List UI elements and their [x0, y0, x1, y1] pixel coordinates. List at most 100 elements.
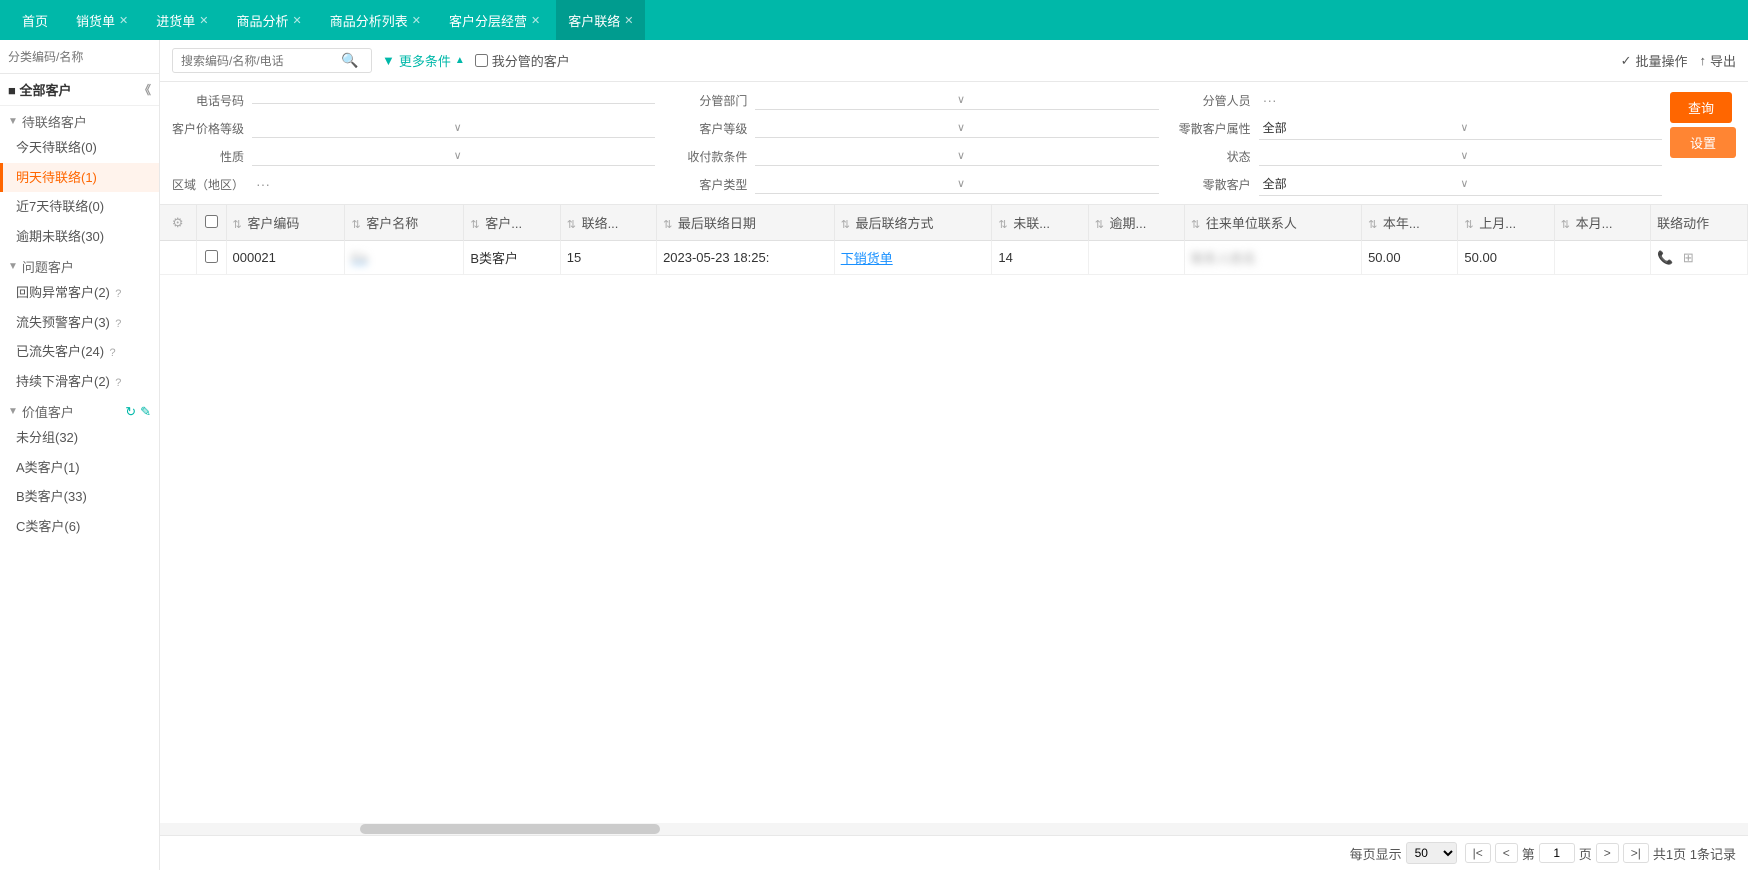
nav-product-analysis-list[interactable]: 商品分析列表 ✕ [318, 0, 433, 40]
export-btn[interactable]: ↑ 导出 [1699, 51, 1736, 70]
td-customer-type: B类客户 [464, 241, 560, 275]
page-input[interactable] [1539, 843, 1575, 863]
filter-price-level-select[interactable]: ∨ [252, 118, 655, 138]
sidebar-item-tomorrow-contact[interactable]: 明天待联络(1) [0, 163, 159, 193]
sidebar-group-pending-contact[interactable]: ▼ 待联络客户 [0, 106, 159, 133]
my-customers-checkbox[interactable] [475, 54, 488, 67]
sidebar-item-c-class[interactable]: C类客户(6) [0, 512, 159, 542]
sidebar-item-a-class[interactable]: A类客户(1) [0, 453, 159, 483]
filter-nature-select[interactable]: ∨ [252, 146, 655, 166]
scrollbar-thumb[interactable] [360, 824, 660, 834]
sidebar-item-churned[interactable]: 已流失客户(24) ? [0, 337, 159, 367]
chevron-down-icon: ∨ [957, 93, 1155, 106]
page-size-select[interactable]: 50 100 200 [1406, 842, 1457, 864]
sort-icon[interactable]: ⇅ [841, 219, 850, 231]
filter-manager-dots[interactable]: ··· [1259, 92, 1281, 108]
chevron-down-icon: ▼ [8, 116, 18, 127]
td-this-year: 50.00 [1362, 241, 1458, 275]
sort-icon[interactable]: ⇅ [233, 219, 242, 231]
sort-icon[interactable]: ⇅ [663, 219, 672, 231]
filter-dept-select[interactable]: ∨ [755, 90, 1158, 110]
prev-page-btn[interactable]: < [1495, 843, 1518, 863]
nav-close-icon[interactable]: ✕ [531, 14, 540, 27]
gear-icon[interactable]: ⚙ [172, 215, 184, 230]
col-not-contacted-header: ⇅ 未联... [992, 205, 1088, 241]
sidebar-item-ungrouped[interactable]: 未分组(32) [0, 423, 159, 453]
nav-close-icon[interactable]: ✕ [119, 14, 128, 27]
filter-customer-type-select[interactable]: ∨ [755, 174, 1158, 194]
nav-sales-order[interactable]: 销货单 ✕ [64, 0, 140, 40]
nav-customer-contact[interactable]: 客户联络 ✕ [556, 0, 645, 40]
col-gear-header: ⚙ [160, 205, 196, 241]
sort-icon[interactable]: ⇅ [1368, 219, 1377, 231]
first-page-btn[interactable]: |< [1465, 843, 1491, 863]
grid-icon[interactable]: ⊞ [1683, 250, 1694, 265]
td-gear [160, 241, 196, 275]
chevron-down-icon: ∨ [1460, 177, 1658, 190]
filter-retail-customer-select[interactable]: 全部 ∨ [1259, 172, 1662, 196]
nav-close-icon[interactable]: ✕ [624, 14, 633, 27]
sort-icon[interactable]: ⇅ [351, 219, 360, 231]
search-icon[interactable]: 🔍 [341, 52, 358, 69]
sidebar-group-value-customer[interactable]: ▼ 价值客户 ↻ ✎ [0, 396, 159, 423]
td-overdue [1088, 241, 1184, 275]
sidebar-item-repurchase-abnormal[interactable]: 回购异常客户(2) ? [0, 278, 159, 308]
filter-region-dots[interactable]: ··· [252, 176, 274, 192]
filter-phone-label: 电话号码 [172, 92, 252, 109]
row-checkbox[interactable] [205, 250, 218, 263]
filter-customer-level-select[interactable]: ∨ [755, 118, 1158, 138]
sidebar-search-input[interactable] [8, 50, 160, 64]
sidebar-all-customers[interactable]: ■ 全部客户 《 [0, 74, 159, 106]
sidebar-item-declining[interactable]: 持续下滑客户(2) ? [0, 367, 159, 397]
sidebar-group-problem-customer[interactable]: ▼ 问题客户 [0, 251, 159, 278]
nav-close-icon[interactable]: ✕ [293, 14, 302, 27]
sidebar-item-b-class[interactable]: B类客户(33) [0, 482, 159, 512]
horizontal-scrollbar[interactable] [160, 823, 1748, 835]
td-customer-name[interactable]: Ea [345, 241, 464, 275]
query-button[interactable]: 查询 [1670, 92, 1732, 123]
filter-payment-terms-select[interactable]: ∨ [755, 146, 1158, 166]
filter-customer-type-label: 客户类型 [675, 176, 755, 193]
sidebar-item-churn-warning[interactable]: 流失预警客户(3) ? [0, 308, 159, 338]
select-all-checkbox[interactable] [205, 215, 218, 228]
nav-customer-stratification[interactable]: 客户分层经营 ✕ [437, 0, 552, 40]
sidebar-item-7days-contact[interactable]: 近7天待联络(0) [0, 192, 159, 222]
sidebar-item-overdue-contact[interactable]: 逾期未联络(30) [0, 222, 159, 252]
col-unit-contact-header: ⇅ 往来单位联系人 [1185, 205, 1362, 241]
filter-retail-customer: 零散客户 全部 ∨ [1179, 172, 1662, 196]
my-customers-checkbox-wrap[interactable]: 我分管的客户 [475, 51, 570, 70]
content-area: 🔍 ▼ 更多条件 ▲ 我分管的客户 ✓ 批量操作 ↑ 导出 [160, 40, 1748, 870]
sort-icon[interactable]: ⇅ [470, 219, 479, 231]
set-button[interactable]: 设置 [1670, 127, 1736, 158]
col-contact-count-header: ⇅ 联络... [560, 205, 656, 241]
nav-home[interactable]: 首页 [10, 0, 60, 40]
refresh-icon[interactable]: ↻ [125, 404, 136, 420]
sort-icon[interactable]: ⇅ [1464, 219, 1473, 231]
filter-more-conditions[interactable]: ▼ 更多条件 ▲ [382, 51, 465, 70]
last-page-btn[interactable]: >| [1623, 843, 1649, 863]
sidebar-item-today-contact[interactable]: 今天待联络(0) [0, 133, 159, 163]
nav-close-icon[interactable]: ✕ [199, 14, 208, 27]
filter-row-3: 性质 ∨ 收付款条件 ∨ [172, 146, 1662, 166]
sort-icon[interactable]: ⇅ [1191, 219, 1200, 231]
td-last-contact-method[interactable]: 下销货单 [834, 241, 992, 275]
nav-close-icon[interactable]: ✕ [412, 14, 421, 27]
phone-icon[interactable]: 📞 [1657, 250, 1673, 265]
search-input[interactable] [181, 54, 341, 68]
td-this-month [1554, 241, 1650, 275]
filter-phone-input[interactable] [252, 97, 655, 104]
filter-retail-attr-select[interactable]: 全部 ∨ [1259, 116, 1662, 140]
filter-status-select[interactable]: ∨ [1259, 146, 1662, 166]
sort-icon[interactable]: ⇅ [1561, 219, 1570, 231]
table-row: 000021 Ea B类客户 15 2023-05-23 18:25: [160, 241, 1748, 275]
sort-icon[interactable]: ⇅ [567, 219, 576, 231]
nav-product-analysis[interactable]: 商品分析 ✕ [224, 0, 313, 40]
sort-icon[interactable]: ⇅ [998, 219, 1007, 231]
edit-icon[interactable]: ✎ [140, 404, 151, 420]
sidebar: 🔍 ■ 全部客户 《 ▼ 待联络客户 今天待联络(0) 明天待联络(1) 近7天… [0, 40, 160, 870]
batch-action-btn[interactable]: ✓ 批量操作 [1621, 51, 1688, 70]
collapse-icon[interactable]: 《 [139, 81, 151, 98]
next-page-btn[interactable]: > [1596, 843, 1619, 863]
sort-icon[interactable]: ⇅ [1095, 219, 1104, 231]
nav-purchase-order[interactable]: 进货单 ✕ [144, 0, 220, 40]
